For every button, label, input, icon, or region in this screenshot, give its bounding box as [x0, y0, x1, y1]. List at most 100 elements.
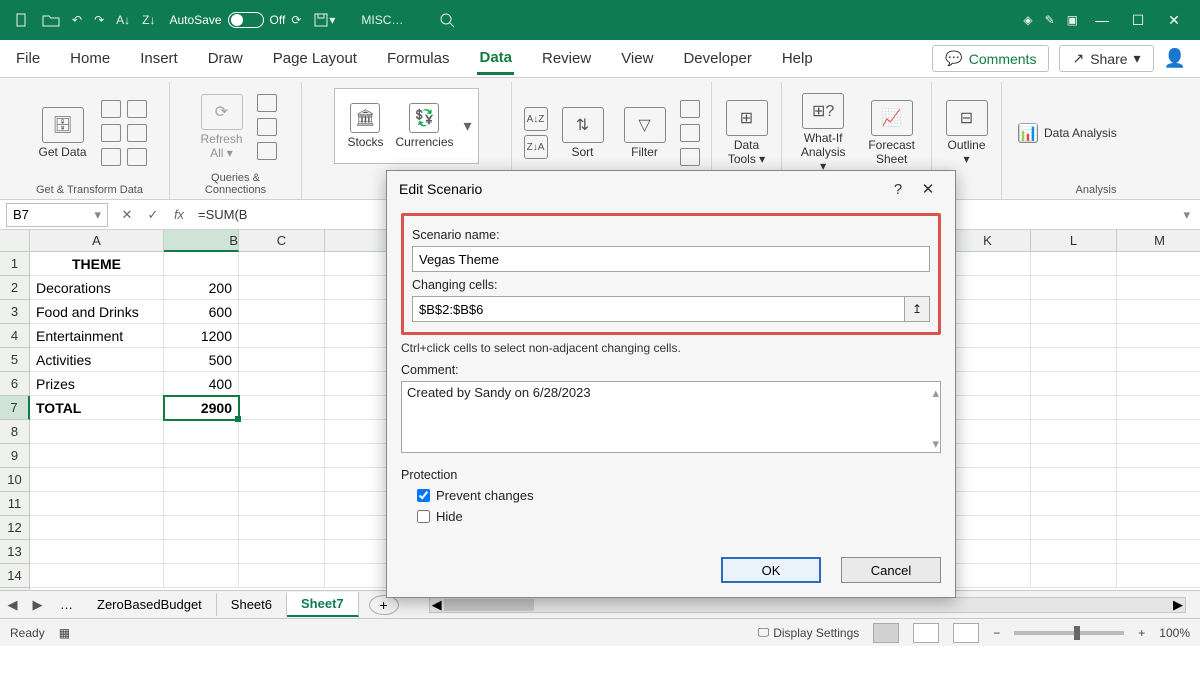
- maximize-button[interactable]: ☐: [1120, 12, 1156, 29]
- data-analysis-button[interactable]: 📊Data Analysis: [1012, 119, 1123, 147]
- tab-view[interactable]: View: [619, 44, 655, 73]
- cell[interactable]: [945, 324, 1031, 348]
- open-file-icon[interactable]: [42, 12, 60, 28]
- tab-draw[interactable]: Draw: [206, 44, 245, 73]
- refresh-all-button[interactable]: ⟳ Refresh All ▾: [194, 90, 248, 164]
- row-header[interactable]: 5: [0, 348, 30, 372]
- col-header[interactable]: C: [239, 230, 325, 252]
- row-header[interactable]: 3: [0, 300, 30, 324]
- sort-button[interactable]: ⇅Sort: [556, 103, 610, 163]
- cell[interactable]: [1117, 300, 1200, 324]
- cell[interactable]: [1031, 348, 1117, 372]
- cell[interactable]: [239, 420, 325, 444]
- row-header[interactable]: 6: [0, 372, 30, 396]
- window-icon[interactable]: ▣: [1067, 13, 1078, 27]
- cell[interactable]: [1117, 468, 1200, 492]
- cell[interactable]: [1031, 420, 1117, 444]
- range-picker-button[interactable]: ↥: [904, 296, 930, 322]
- cell[interactable]: 200: [164, 276, 239, 300]
- cell[interactable]: 2900: [164, 396, 239, 420]
- dialog-help-button[interactable]: ?: [883, 181, 913, 198]
- cell[interactable]: [945, 372, 1031, 396]
- cell[interactable]: [1117, 444, 1200, 468]
- scroll-left-icon[interactable]: ◀: [432, 597, 442, 613]
- row-header[interactable]: 9: [0, 444, 30, 468]
- cell[interactable]: [1031, 396, 1117, 420]
- row-header[interactable]: 13: [0, 540, 30, 564]
- cell[interactable]: [30, 444, 164, 468]
- from-web-icon[interactable]: [127, 100, 147, 118]
- cell[interactable]: [1031, 372, 1117, 396]
- cell[interactable]: TOTAL: [30, 396, 164, 420]
- cell[interactable]: [945, 348, 1031, 372]
- share-button[interactable]: ↗Share▾: [1059, 45, 1153, 72]
- cell[interactable]: [164, 420, 239, 444]
- hide-checkbox[interactable]: Hide: [417, 509, 941, 524]
- cell[interactable]: [1031, 324, 1117, 348]
- cell[interactable]: [164, 444, 239, 468]
- diamond-icon[interactable]: ◈: [1023, 13, 1032, 27]
- cell[interactable]: 400: [164, 372, 239, 396]
- tab-data[interactable]: Data: [477, 43, 514, 75]
- cell[interactable]: [164, 516, 239, 540]
- row-header[interactable]: 1: [0, 252, 30, 276]
- cancel-fx-icon[interactable]: ✕: [114, 207, 140, 223]
- normal-view-button[interactable]: [873, 623, 899, 643]
- cell[interactable]: [1117, 420, 1200, 444]
- what-if-button[interactable]: ⊞?What-If Analysis ▾: [792, 89, 854, 177]
- tab-help[interactable]: Help: [780, 44, 815, 73]
- expand-formula-icon[interactable]: ▾: [1173, 207, 1200, 223]
- col-header[interactable]: B: [164, 230, 239, 252]
- sheet-ellipsis[interactable]: …: [50, 597, 83, 612]
- cell[interactable]: [945, 564, 1031, 588]
- zoom-slider[interactable]: [1014, 631, 1124, 635]
- cell[interactable]: [945, 492, 1031, 516]
- cell[interactable]: [239, 564, 325, 588]
- row-header[interactable]: 4: [0, 324, 30, 348]
- row-header[interactable]: 8: [0, 420, 30, 444]
- cell[interactable]: [1031, 444, 1117, 468]
- cell[interactable]: [239, 492, 325, 516]
- sync-icon[interactable]: ⟳: [291, 13, 301, 27]
- scroll-right-icon[interactable]: ▶: [1173, 597, 1183, 613]
- outline-button[interactable]: ⊟Outline ▾: [940, 96, 994, 170]
- row-header[interactable]: 2: [0, 276, 30, 300]
- sheet-tab[interactable]: Sheet6: [217, 593, 287, 616]
- forecast-sheet-button[interactable]: 📈Forecast Sheet: [862, 96, 921, 170]
- cell[interactable]: [30, 516, 164, 540]
- col-header[interactable]: L: [1031, 230, 1117, 252]
- cell[interactable]: [1117, 564, 1200, 588]
- from-picture-icon[interactable]: [127, 148, 147, 166]
- cell[interactable]: [30, 420, 164, 444]
- from-text-icon[interactable]: [101, 100, 121, 118]
- cell[interactable]: Entertainment: [30, 324, 164, 348]
- cell[interactable]: [945, 396, 1031, 420]
- tab-developer[interactable]: Developer: [681, 44, 753, 73]
- sort-asc-icon[interactable]: A↓: [116, 13, 130, 27]
- cell[interactable]: Prizes: [30, 372, 164, 396]
- zoom-out-button[interactable]: −: [993, 626, 1000, 640]
- prevent-changes-checkbox[interactable]: Prevent changes: [417, 488, 941, 503]
- cell[interactable]: [1117, 348, 1200, 372]
- get-data-button[interactable]: 🗄 Get Data: [32, 103, 92, 163]
- zoom-in-button[interactable]: +: [1138, 626, 1145, 640]
- cell[interactable]: [1031, 276, 1117, 300]
- redo-icon[interactable]: ↷: [94, 13, 104, 27]
- cell[interactable]: [239, 276, 325, 300]
- cell[interactable]: [239, 252, 325, 276]
- cell[interactable]: [164, 564, 239, 588]
- cell[interactable]: [945, 468, 1031, 492]
- tab-formulas[interactable]: Formulas: [385, 44, 452, 73]
- cell[interactable]: [1031, 468, 1117, 492]
- cell[interactable]: Food and Drinks: [30, 300, 164, 324]
- autosave-toggle[interactable]: [228, 12, 264, 28]
- sheet-prev-icon[interactable]: ◀: [8, 597, 18, 613]
- scroll-down-icon[interactable]: ▾: [932, 436, 939, 452]
- col-header[interactable]: M: [1117, 230, 1200, 252]
- cell[interactable]: [945, 540, 1031, 564]
- display-settings-button[interactable]: 🖵Display Settings: [758, 625, 860, 640]
- cell[interactable]: Activities: [30, 348, 164, 372]
- recent-sources-icon[interactable]: [127, 124, 147, 142]
- row-header[interactable]: 7: [0, 396, 30, 420]
- tab-review[interactable]: Review: [540, 44, 593, 73]
